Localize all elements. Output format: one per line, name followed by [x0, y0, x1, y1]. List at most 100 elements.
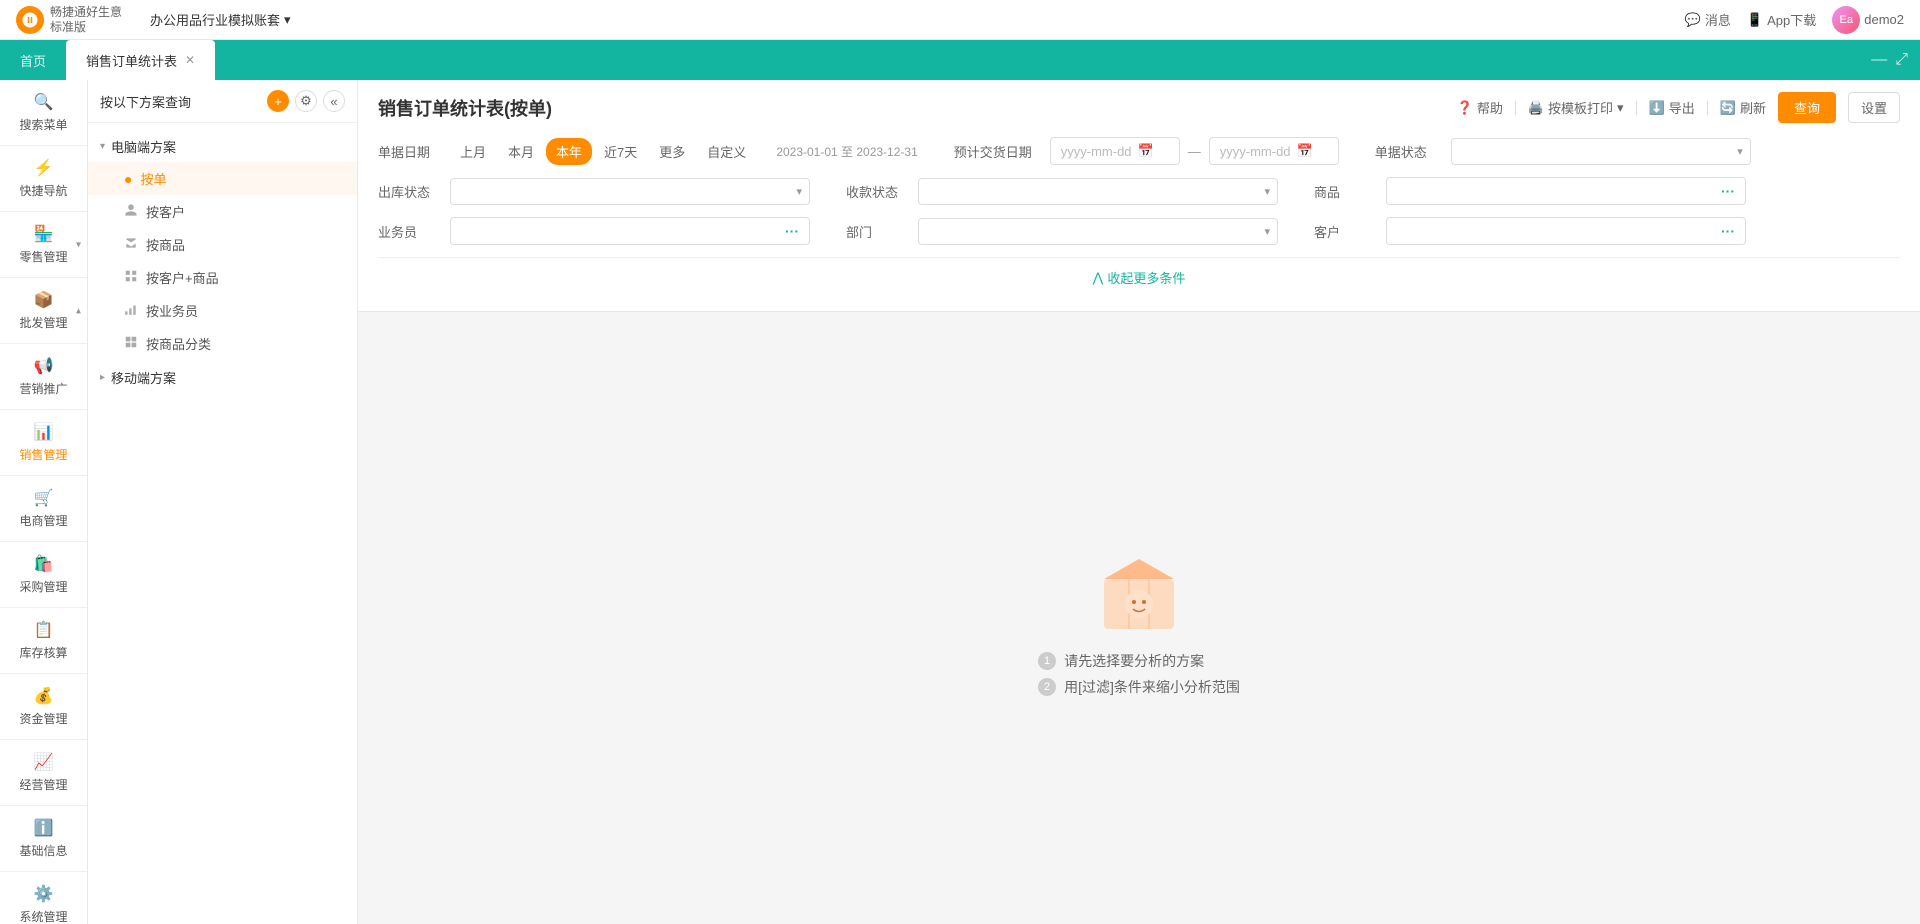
sidebar-item-purchase[interactable]: 🛍️ 采购管理 [0, 542, 87, 608]
date-shortcut-group: 上月 本月 本年 近7天 更多 自定义 [450, 138, 756, 165]
tree-group-desktop: ▾ 电脑端方案 ● 按单 按客户 [88, 131, 357, 360]
purchase-icon: 🛍️ [34, 554, 54, 574]
help-button[interactable]: ❓ 帮助 [1457, 98, 1503, 117]
empty-hint-1: 1 请先选择要分析的方案 [1038, 651, 1240, 671]
template-print-button[interactable]: 🖨️ 按模板打印 ▾ [1528, 98, 1624, 117]
bill-status-select-wrap: ▾ [1451, 138, 1751, 165]
shortcut-custom[interactable]: 自定义 [697, 138, 756, 165]
divider-2 [1636, 101, 1637, 115]
tree-item-by-cust-prod[interactable]: 按客户+商品 [88, 261, 357, 294]
expected-date-to[interactable]: yyyy-mm-dd 📅 [1209, 137, 1339, 165]
chevron-down-icon: ▾ [284, 12, 291, 28]
tab-bar-actions: — ⤢ [1871, 51, 1920, 69]
product-label: 商品 [1314, 182, 1370, 201]
settings-button[interactable]: 设置 [1848, 92, 1900, 123]
top-bar-right: 💬 消息 📱 App下载 Ea demo2 [1685, 6, 1904, 34]
expected-date-from[interactable]: yyyy-mm-dd 📅 [1050, 137, 1180, 165]
shortcut-last-7-days[interactable]: 近7天 [594, 138, 647, 165]
sidebar-label-marketing: 营销推广 [19, 380, 67, 397]
ship-status-select[interactable] [450, 178, 810, 205]
sidebar-item-finance[interactable]: 💰 资金管理 [0, 674, 87, 740]
minimize-icon[interactable]: — [1871, 51, 1887, 69]
template-print-label: 按模板打印 [1548, 98, 1613, 117]
divider-3 [1707, 101, 1708, 115]
by-customer-icon [124, 203, 138, 220]
ecommerce-icon: 🛒 [34, 488, 54, 508]
sidebar-item-inventory[interactable]: 📋 库存核算 [0, 608, 87, 674]
sidebar-item-search-menu[interactable]: 🔍 搜索菜单 [0, 80, 87, 146]
tree-group-mobile-label: 移动端方案 [111, 368, 176, 387]
logo-text: 畅捷通好生意 标准版 [50, 5, 122, 34]
arrow-icon: ▾ [100, 141, 105, 152]
divider-1 [1515, 101, 1516, 115]
user-menu[interactable]: Ea demo2 [1832, 6, 1904, 34]
customer-label: 客户 [1314, 222, 1370, 241]
maximize-icon[interactable]: ⤢ [1895, 51, 1908, 69]
settings-label: 设置 [1861, 98, 1887, 117]
shortcut-this-year[interactable]: 本年 [546, 138, 592, 165]
salesperson-dots-icon[interactable]: ··· [785, 223, 799, 239]
right-content: 销售订单统计表(按单) ❓ 帮助 🖨️ 按模板打印 ▾ ⬇️ [358, 80, 1920, 924]
shortcut-more[interactable]: 更多 [649, 138, 695, 165]
tab-sales-order-stat[interactable]: 销售订单统计表 ✕ [66, 40, 215, 80]
tree-item-by-salesperson[interactable]: 按业务员 [88, 294, 357, 327]
tab-home[interactable]: 首页 [0, 40, 66, 80]
sidebar-item-ecommerce[interactable]: 🛒 电商管理 [0, 476, 87, 542]
calendar-icon-from: 📅 [1138, 143, 1154, 159]
export-icon: ⬇️ [1649, 100, 1665, 116]
tree-group-desktop-header[interactable]: ▾ 电脑端方案 [88, 131, 357, 162]
department-select[interactable] [918, 218, 1278, 245]
collapse-bar[interactable]: ⋀ 收起更多条件 [378, 257, 1900, 297]
tree-item-by-customer[interactable]: 按客户 [88, 195, 357, 228]
ops-icon: 📈 [34, 752, 54, 772]
tree-group-mobile-header[interactable]: ▸ 移动端方案 [88, 362, 357, 393]
tree-item-by-product[interactable]: 按商品 [88, 228, 357, 261]
sidebar-item-wholesale[interactable]: 📦 批发管理 ▴ [0, 278, 87, 344]
sidebar-label-purchase: 采购管理 [19, 578, 67, 595]
tree-item-by-order[interactable]: ● 按单 [88, 162, 357, 195]
receipt-status-select[interactable] [918, 178, 1278, 205]
product-dots-icon[interactable]: ··· [1721, 183, 1735, 199]
customer-dots-icon[interactable]: ··· [1721, 223, 1735, 239]
workspace-selector[interactable]: 办公用品行业模拟账套 ▾ [150, 10, 291, 29]
add-solution-button[interactable]: + [267, 90, 289, 112]
message-button[interactable]: 💬 消息 [1685, 10, 1731, 29]
sidebar-item-sales-mgmt[interactable]: 📊 销售管理 [0, 410, 87, 476]
sidebar-item-ops-mgmt[interactable]: 📈 经营管理 [0, 740, 87, 806]
mobile-arrow-icon: ▸ [100, 372, 105, 383]
sidebar: 🔍 搜索菜单 ⚡ 快捷导航 🏪 零售管理 ▾ 📦 批发管理 ▴ 📢 营销推广 📊… [0, 80, 88, 924]
refresh-icon: 🔄 [1720, 100, 1736, 116]
refresh-label: 刷新 [1740, 98, 1766, 117]
query-button[interactable]: 查询 [1778, 92, 1836, 123]
salesperson-input[interactable]: ··· [450, 217, 810, 245]
filter-row-1: 单据日期 上月 本月 本年 近7天 更多 自定义 2023-01-01 至 20… [378, 137, 1900, 165]
expand-icon: ▾ [76, 239, 81, 250]
bill-date-label: 单据日期 [378, 142, 434, 161]
empty-text-list: 1 请先选择要分析的方案 2 用[过滤]条件来缩小分析范围 [1038, 651, 1240, 697]
sidebar-label-ecommerce: 电商管理 [19, 512, 67, 529]
customer-input[interactable]: ··· [1386, 217, 1746, 245]
shortcut-this-month[interactable]: 本月 [498, 138, 544, 165]
date-to-placeholder: yyyy-mm-dd [1220, 144, 1291, 159]
export-button[interactable]: ⬇️ 导出 [1649, 98, 1695, 117]
refresh-button[interactable]: 🔄 刷新 [1720, 98, 1766, 117]
sidebar-item-basic-info[interactable]: ℹ️ 基础信息 [0, 806, 87, 872]
collapse-solution-button[interactable]: « [323, 90, 345, 112]
user-avatar: Ea [1832, 6, 1860, 34]
tree-item-by-category[interactable]: 按商品分类 [88, 327, 357, 360]
tab-close-icon[interactable]: ✕ [185, 53, 195, 67]
tab-bar: 首页 销售订单统计表 ✕ — ⤢ [0, 40, 1920, 80]
sidebar-label-system: 系统管理 [19, 908, 67, 924]
filter-date-range-expected: yyyy-mm-dd 📅 — yyyy-mm-dd 📅 [1050, 137, 1339, 165]
sidebar-item-marketing[interactable]: 📢 营销推广 [0, 344, 87, 410]
sidebar-item-system-mgmt[interactable]: ⚙️ 系统管理 [0, 872, 87, 924]
shortcut-last-month[interactable]: 上月 [450, 138, 496, 165]
sidebar-item-retail-mgmt[interactable]: 🏪 零售管理 ▾ [0, 212, 87, 278]
filter-area: 单据日期 上月 本月 本年 近7天 更多 自定义 2023-01-01 至 20… [358, 123, 1920, 312]
app-download-button[interactable]: 📱 App下载 [1747, 10, 1816, 29]
settings-solution-button[interactable]: ⚙ [295, 90, 317, 112]
product-input[interactable]: ··· [1386, 177, 1746, 205]
bill-status-select[interactable] [1451, 138, 1751, 165]
sidebar-item-quick-nav[interactable]: ⚡ 快捷导航 [0, 146, 87, 212]
collapse-label: 收起更多条件 [1107, 268, 1185, 287]
